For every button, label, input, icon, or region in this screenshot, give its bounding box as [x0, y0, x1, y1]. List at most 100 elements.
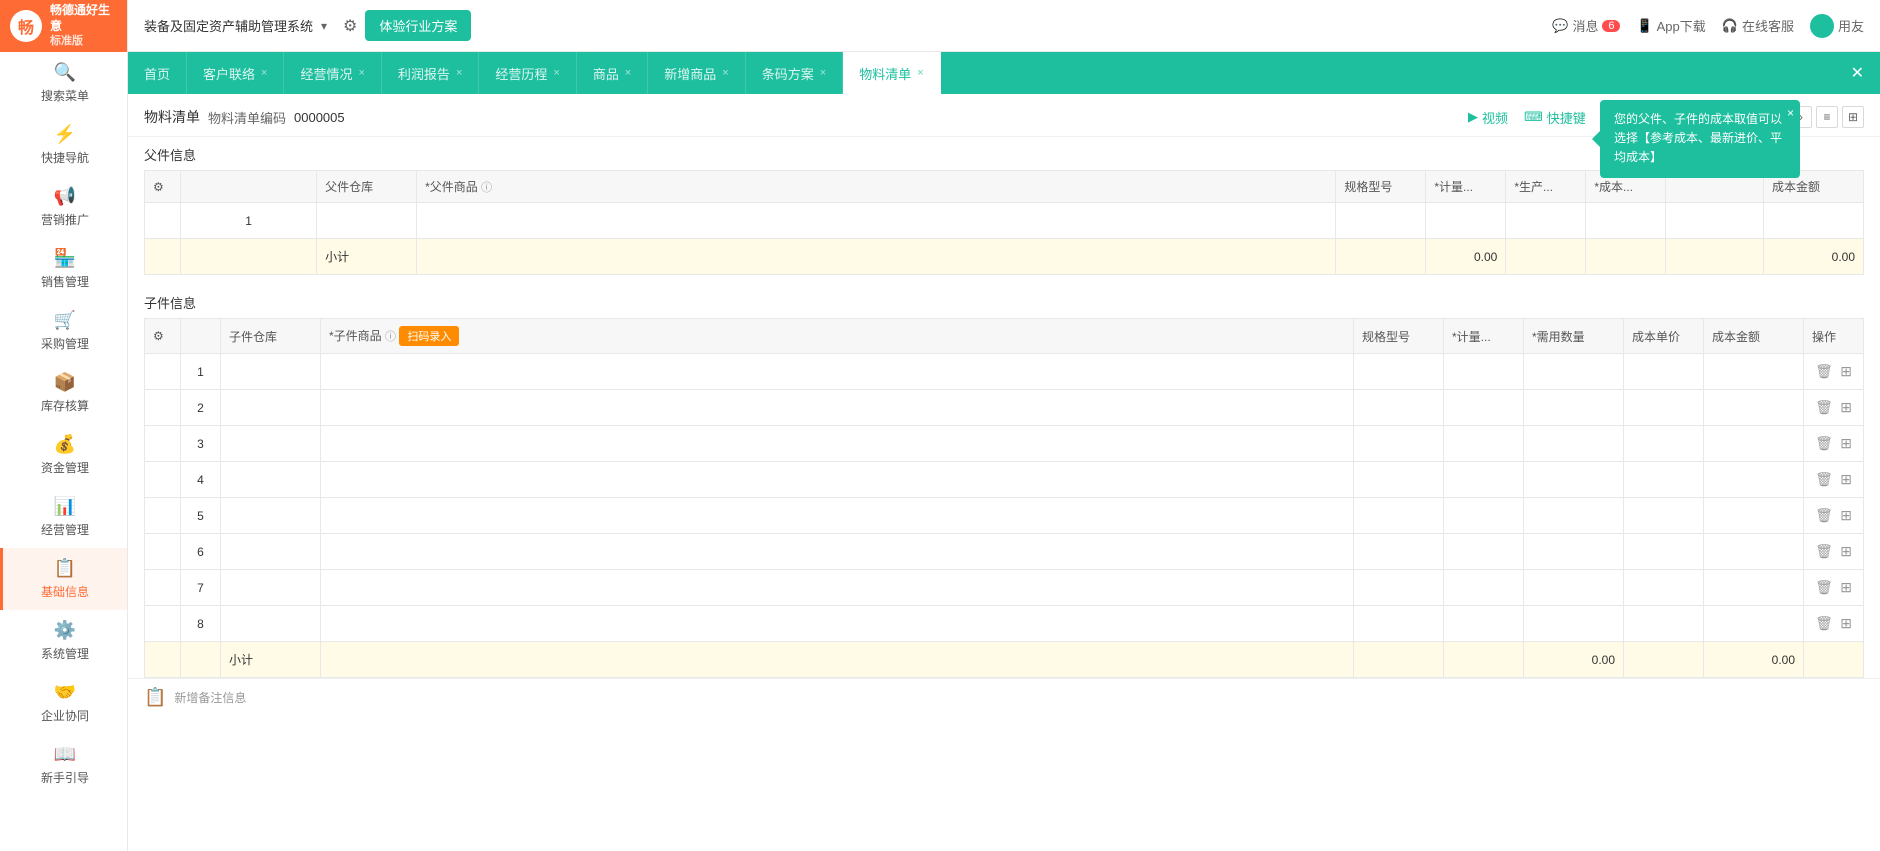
- sidebar-item-operations[interactable]: 📊经营管理: [0, 486, 127, 548]
- nav-tab-1[interactable]: 客户联络 ×: [187, 52, 284, 94]
- tooltip-close-btn[interactable]: ×: [1787, 104, 1794, 123]
- sidebar-item-marketing[interactable]: 📢营销推广: [0, 176, 127, 238]
- copy-icon[interactable]: ⊞: [1840, 579, 1852, 595]
- child-row-warehouse[interactable]: [221, 606, 321, 642]
- delete-icon[interactable]: 🗑: [1815, 471, 1833, 487]
- child-th-setting[interactable]: ⚙: [145, 319, 181, 354]
- nav-tab-8[interactable]: 物料清单 ×: [843, 52, 940, 94]
- child-row-warehouse[interactable]: [221, 390, 321, 426]
- child-row-qty[interactable]: [1524, 498, 1624, 534]
- nav-tab-close-7[interactable]: ×: [820, 67, 826, 79]
- nav-tab-close-5[interactable]: ×: [625, 67, 631, 79]
- scan-btn[interactable]: 扫码录入: [399, 326, 459, 346]
- delete-icon[interactable]: 🗑: [1815, 543, 1833, 559]
- nav-tab-6[interactable]: 新增商品 ×: [648, 52, 745, 94]
- nav-tab-close-4[interactable]: ×: [553, 67, 559, 79]
- child-row-unit[interactable]: [1444, 354, 1524, 390]
- sidebar-item-collab[interactable]: 🤝企业协同: [0, 672, 127, 734]
- child-row-warehouse[interactable]: [221, 462, 321, 498]
- parent-row-warehouse[interactable]: [317, 203, 417, 239]
- delete-icon[interactable]: 🗑: [1815, 507, 1833, 523]
- child-row-unit[interactable]: [1444, 390, 1524, 426]
- copy-icon[interactable]: ⊞: [1840, 543, 1852, 559]
- sidebar-item-finance[interactable]: 💰资金管理: [0, 424, 127, 486]
- child-row-unit[interactable]: [1444, 606, 1524, 642]
- parent-row-unit[interactable]: [1426, 203, 1506, 239]
- sidebar-item-guide[interactable]: 📖新手引导: [0, 734, 127, 796]
- child-row-price[interactable]: [1624, 498, 1704, 534]
- sidebar-item-inventory[interactable]: 📦库存核算: [0, 362, 127, 424]
- copy-icon[interactable]: ⊞: [1840, 471, 1852, 487]
- nav-tab-0[interactable]: 首页: [128, 52, 187, 94]
- list-view-btn[interactable]: ≡: [1816, 106, 1838, 128]
- parent-row-cost[interactable]: [1586, 203, 1666, 239]
- sidebar-item-purchase[interactable]: 🛒采购管理: [0, 300, 127, 362]
- video-action[interactable]: ▶ 视频: [1468, 108, 1508, 127]
- copy-icon[interactable]: ⊞: [1840, 615, 1852, 631]
- trial-btn[interactable]: 体验行业方案: [365, 10, 471, 41]
- copy-icon[interactable]: ⊞: [1840, 363, 1852, 379]
- app-download-item[interactable]: 📱 App下载: [1636, 16, 1705, 35]
- child-row-spec[interactable]: [1354, 498, 1444, 534]
- online-service-item[interactable]: 🎧 在线客服: [1722, 16, 1794, 35]
- message-item[interactable]: 💬 消息 6: [1552, 16, 1620, 35]
- delete-icon[interactable]: 🗑: [1815, 399, 1833, 415]
- child-row-unit[interactable]: [1444, 534, 1524, 570]
- child-row-unit[interactable]: [1444, 426, 1524, 462]
- child-row-warehouse[interactable]: [221, 570, 321, 606]
- child-row-spec[interactable]: [1354, 354, 1444, 390]
- child-row-price[interactable]: [1624, 462, 1704, 498]
- child-row-warehouse[interactable]: [221, 354, 321, 390]
- parent-row-prod[interactable]: [1506, 203, 1586, 239]
- child-row-product[interactable]: [321, 570, 1354, 606]
- child-row-price[interactable]: [1624, 570, 1704, 606]
- parent-row-spec[interactable]: [1336, 203, 1426, 239]
- child-row-spec[interactable]: [1354, 390, 1444, 426]
- child-row-qty[interactable]: [1524, 354, 1624, 390]
- nav-tab-5[interactable]: 商品 ×: [577, 52, 648, 94]
- delete-icon[interactable]: 🗑: [1815, 435, 1833, 451]
- copy-icon[interactable]: ⊞: [1840, 507, 1852, 523]
- child-row-spec[interactable]: [1354, 534, 1444, 570]
- child-row-warehouse[interactable]: [221, 498, 321, 534]
- sidebar-item-system[interactable]: ⚙️系统管理: [0, 610, 127, 672]
- child-row-product[interactable]: [321, 534, 1354, 570]
- sidebar-item-search[interactable]: 🔍搜索菜单: [0, 52, 127, 114]
- nav-tab-close-8[interactable]: ×: [917, 67, 923, 79]
- child-row-price[interactable]: [1624, 354, 1704, 390]
- child-row-price[interactable]: [1624, 426, 1704, 462]
- nav-tab-close-1[interactable]: ×: [261, 67, 267, 79]
- child-row-warehouse[interactable]: [221, 534, 321, 570]
- child-row-price[interactable]: [1624, 390, 1704, 426]
- copy-icon[interactable]: ⊞: [1840, 399, 1852, 415]
- child-row-warehouse[interactable]: [221, 426, 321, 462]
- product-info-icon[interactable]: ⓘ: [481, 182, 492, 194]
- child-row-qty[interactable]: [1524, 606, 1624, 642]
- child-row-product[interactable]: [321, 462, 1354, 498]
- child-product-info-icon[interactable]: ⓘ: [385, 331, 396, 343]
- child-row-price[interactable]: [1624, 606, 1704, 642]
- nav-tab-7[interactable]: 条码方案 ×: [746, 52, 843, 94]
- parent-row-product[interactable]: [417, 203, 1336, 239]
- child-row-price[interactable]: [1624, 534, 1704, 570]
- nav-tab-4[interactable]: 经营历程 ×: [479, 52, 576, 94]
- child-row-unit[interactable]: [1444, 462, 1524, 498]
- expand-btn[interactable]: ⊞: [1842, 106, 1864, 128]
- child-row-spec[interactable]: [1354, 570, 1444, 606]
- parent-th-setting[interactable]: ⚙: [145, 171, 181, 203]
- user-item[interactable]: 用友: [1810, 14, 1864, 38]
- delete-icon[interactable]: 🗑: [1815, 363, 1833, 379]
- child-row-product[interactable]: [321, 606, 1354, 642]
- child-row-product[interactable]: [321, 498, 1354, 534]
- delete-icon[interactable]: 🗑: [1815, 579, 1833, 595]
- child-row-qty[interactable]: [1524, 390, 1624, 426]
- topbar-dropdown-icon[interactable]: ▾: [321, 19, 327, 33]
- child-row-qty[interactable]: [1524, 570, 1624, 606]
- copy-icon[interactable]: ⊞: [1840, 435, 1852, 451]
- close-all-tabs[interactable]: ✕: [1843, 63, 1872, 83]
- child-row-unit[interactable]: [1444, 570, 1524, 606]
- child-row-spec[interactable]: [1354, 462, 1444, 498]
- delete-icon[interactable]: 🗑: [1815, 615, 1833, 631]
- child-row-qty[interactable]: [1524, 534, 1624, 570]
- child-row-qty[interactable]: [1524, 462, 1624, 498]
